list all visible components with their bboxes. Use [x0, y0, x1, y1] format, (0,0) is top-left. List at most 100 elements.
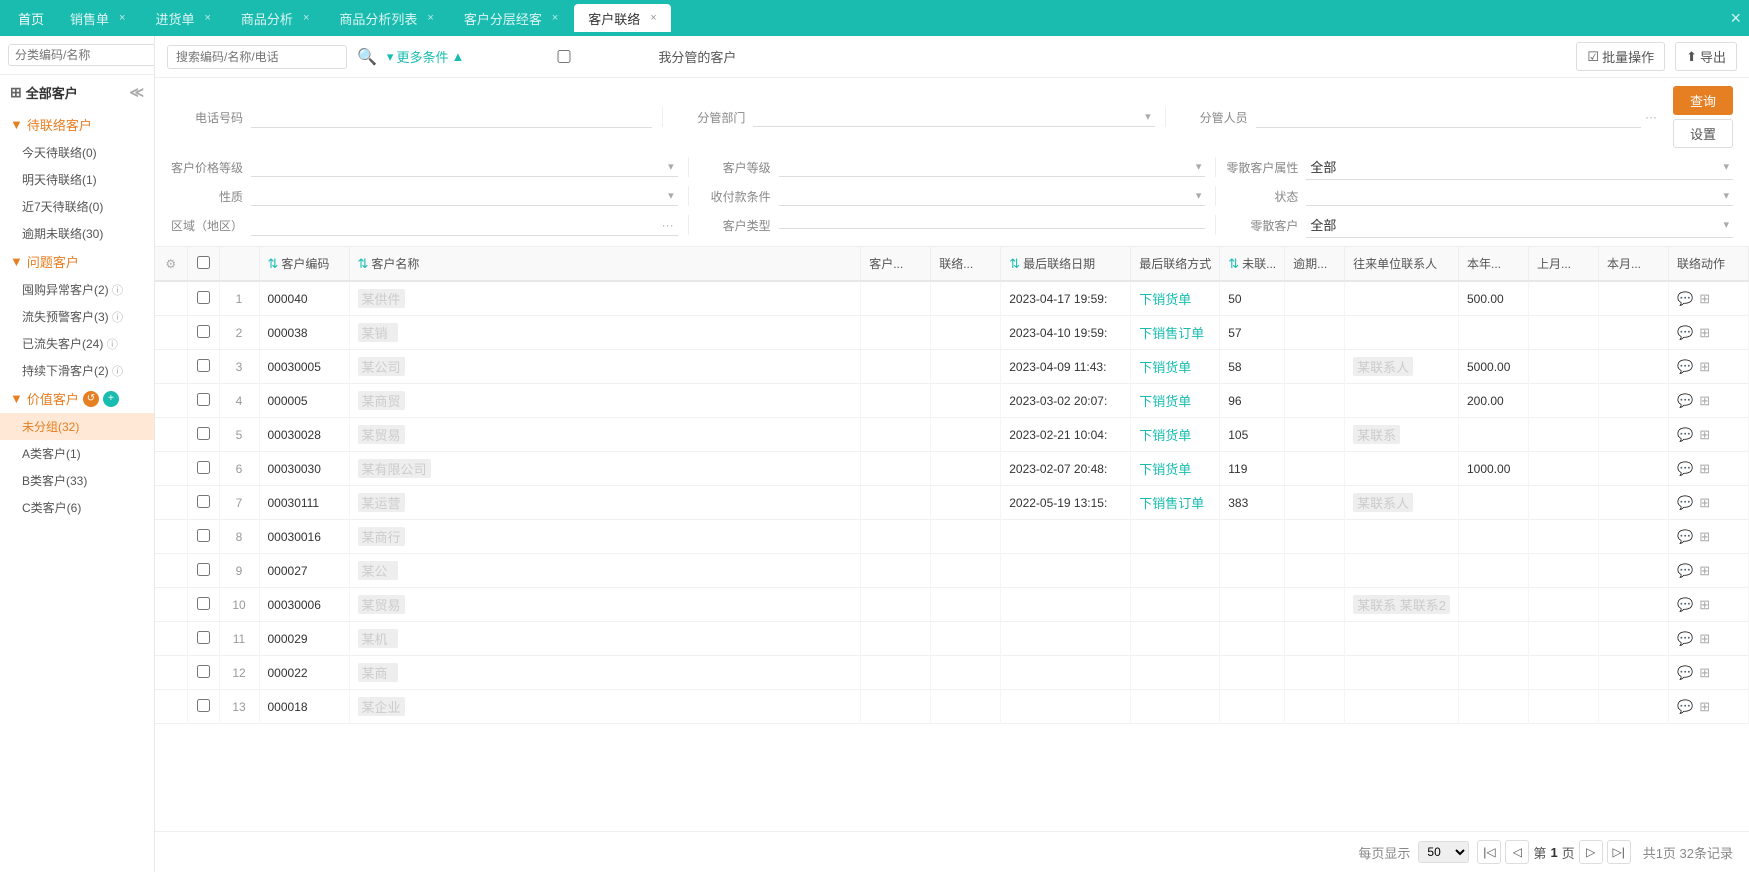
col-date-header[interactable]: ⇅最后联络日期 — [1001, 247, 1131, 281]
more-icon[interactable]: ··· — [662, 218, 674, 232]
phone-input[interactable] — [251, 107, 652, 128]
row-checkbox[interactable] — [197, 359, 210, 372]
chat-icon[interactable]: 💬 — [1677, 393, 1693, 409]
tab-product-analysis-list[interactable]: 商品分析列表 × — [325, 4, 447, 32]
sidebar-item-declining[interactable]: 持续下滑客户(2) ⓘ — [0, 357, 154, 384]
last-page-button[interactable]: ▷| — [1607, 840, 1631, 864]
chat-icon[interactable]: 💬 — [1677, 563, 1693, 579]
more-action-icon[interactable]: ⊞ — [1699, 699, 1710, 715]
sidebar-item-lost[interactable]: 已流失客户(24) ⓘ — [0, 330, 154, 357]
sidebar-section-title-problem[interactable]: ▼ 问题客户 — [0, 247, 154, 276]
close-icon[interactable]: × — [650, 12, 656, 24]
more-action-icon[interactable]: ⊞ — [1699, 427, 1710, 443]
more-action-icon[interactable]: ⊞ — [1699, 495, 1710, 511]
sidebar-item-classC[interactable]: C类客户(6) — [0, 494, 154, 521]
more-action-icon[interactable]: ⊞ — [1699, 291, 1710, 307]
next-page-button[interactable]: ▷ — [1579, 840, 1603, 864]
search-icon[interactable]: 🔍 — [357, 47, 377, 67]
chat-icon[interactable]: 💬 — [1677, 699, 1693, 715]
search-input[interactable] — [167, 45, 347, 69]
chat-icon[interactable]: 💬 — [1677, 291, 1693, 307]
contact-method-link[interactable]: 下销货单 — [1139, 428, 1191, 443]
row-checkbox[interactable] — [197, 597, 210, 610]
chat-icon[interactable]: 💬 — [1677, 631, 1693, 647]
more-action-icon[interactable]: ⊞ — [1699, 665, 1710, 681]
chat-icon[interactable]: 💬 — [1677, 427, 1693, 443]
col-uncontact-header[interactable]: ⇅未联... — [1220, 247, 1285, 281]
sidebar-all-customers[interactable]: ⊞ 全部客户 ≪ — [0, 75, 154, 110]
more-conditions-btn[interactable]: ▾ 更多条件 ▲ — [387, 47, 464, 66]
more-action-icon[interactable]: ⊞ — [1699, 563, 1710, 579]
manager-input[interactable] — [1256, 107, 1641, 128]
reset-button[interactable]: 设置 — [1673, 119, 1733, 148]
sidebar-item-overdue[interactable]: 逾期未联络(30) — [0, 220, 154, 247]
col-settings[interactable]: ⚙ — [155, 247, 187, 281]
close-icon[interactable]: × — [303, 12, 309, 24]
row-checkbox[interactable] — [197, 563, 210, 576]
dept-select[interactable]: ▾ — [753, 107, 1154, 127]
sidebar-search-input[interactable] — [8, 44, 155, 66]
per-page-select[interactable]: 50 100 200 — [1418, 841, 1469, 863]
sidebar-item-abnormal[interactable]: 囤购异常客户(2) ⓘ — [0, 276, 154, 303]
tab-home[interactable]: 首页 — [8, 4, 54, 32]
more-action-icon[interactable]: ⊞ — [1699, 597, 1710, 613]
sidebar-item-tomorrow[interactable]: 明天待联络(1) — [0, 166, 154, 193]
tab-purchase-order[interactable]: 进货单 × — [141, 4, 224, 32]
tab-customer-segment[interactable]: 客户分层经客 × — [450, 4, 572, 32]
batch-ops-button[interactable]: ☑ 批量操作 — [1576, 42, 1665, 71]
region-select[interactable]: ··· — [251, 215, 678, 236]
scattered-select[interactable]: 全部 ▾ — [1306, 212, 1733, 238]
status-select[interactable]: ▾ — [1306, 186, 1733, 206]
tab-customer-contact[interactable]: 客户联络 × — [574, 4, 670, 32]
contact-method-link[interactable]: 下销货单 — [1139, 462, 1191, 477]
customer-level-select[interactable]: ▾ — [779, 157, 1206, 177]
more-action-icon[interactable]: ⊞ — [1699, 325, 1710, 341]
close-icon[interactable]: × — [427, 12, 433, 24]
contact-method-link[interactable]: 下销货单 — [1139, 394, 1191, 409]
prev-page-button[interactable]: ◁ — [1505, 840, 1529, 864]
select-all-checkbox[interactable] — [197, 256, 210, 269]
col-name-header[interactable]: ⇅客户名称 — [349, 247, 861, 281]
sidebar-item-classB[interactable]: B类客户(33) — [0, 467, 154, 494]
nature-select[interactable]: ▾ — [251, 186, 678, 206]
col-checkbox-all[interactable] — [187, 247, 219, 281]
close-icon[interactable]: × — [204, 12, 210, 24]
row-checkbox[interactable] — [197, 291, 210, 304]
contact-method-link[interactable]: 下销售订单 — [1139, 326, 1204, 341]
query-button[interactable]: 查询 — [1673, 86, 1733, 115]
chat-icon[interactable]: 💬 — [1677, 461, 1693, 477]
more-action-icon[interactable]: ⊞ — [1699, 529, 1710, 545]
close-icon[interactable]: × — [552, 12, 558, 24]
more-action-icon[interactable]: ⊞ — [1699, 393, 1710, 409]
more-icon[interactable]: ··· — [1645, 110, 1657, 124]
more-action-icon[interactable]: ⊞ — [1699, 359, 1710, 375]
chat-icon[interactable]: 💬 — [1677, 359, 1693, 375]
row-checkbox[interactable] — [197, 631, 210, 644]
row-checkbox[interactable] — [197, 461, 210, 474]
close-icon[interactable]: × — [119, 12, 125, 24]
sidebar-item-at-risk[interactable]: 流失预警客户(3) ⓘ — [0, 303, 154, 330]
row-checkbox[interactable] — [197, 495, 210, 508]
more-action-icon[interactable]: ⊞ — [1699, 461, 1710, 477]
refresh-icon[interactable]: ↺ — [83, 391, 99, 407]
close-window-icon[interactable]: × — [1730, 8, 1741, 29]
sidebar-item-classA[interactable]: A类客户(1) — [0, 440, 154, 467]
chat-icon[interactable]: 💬 — [1677, 665, 1693, 681]
row-checkbox[interactable] — [197, 529, 210, 542]
customer-type-select[interactable] — [779, 222, 1206, 229]
more-action-icon[interactable]: ⊞ — [1699, 631, 1710, 647]
first-page-button[interactable]: |◁ — [1477, 840, 1501, 864]
sidebar-section-title-pending[interactable]: ▼ 待联络客户 — [0, 110, 154, 139]
payment-select[interactable]: ▾ — [779, 186, 1206, 206]
sidebar-item-ungroup[interactable]: 未分组(32) — [0, 413, 154, 440]
my-customers-checkbox[interactable] — [474, 50, 654, 63]
tab-product-analysis[interactable]: 商品分析 × — [227, 4, 323, 32]
chat-icon[interactable]: 💬 — [1677, 529, 1693, 545]
chat-icon[interactable]: 💬 — [1677, 325, 1693, 341]
chat-icon[interactable]: 💬 — [1677, 597, 1693, 613]
contact-method-link[interactable]: 下销货单 — [1139, 360, 1191, 375]
row-checkbox[interactable] — [197, 665, 210, 678]
row-checkbox[interactable] — [197, 393, 210, 406]
add-icon[interactable]: + — [103, 391, 119, 407]
row-checkbox[interactable] — [197, 427, 210, 440]
